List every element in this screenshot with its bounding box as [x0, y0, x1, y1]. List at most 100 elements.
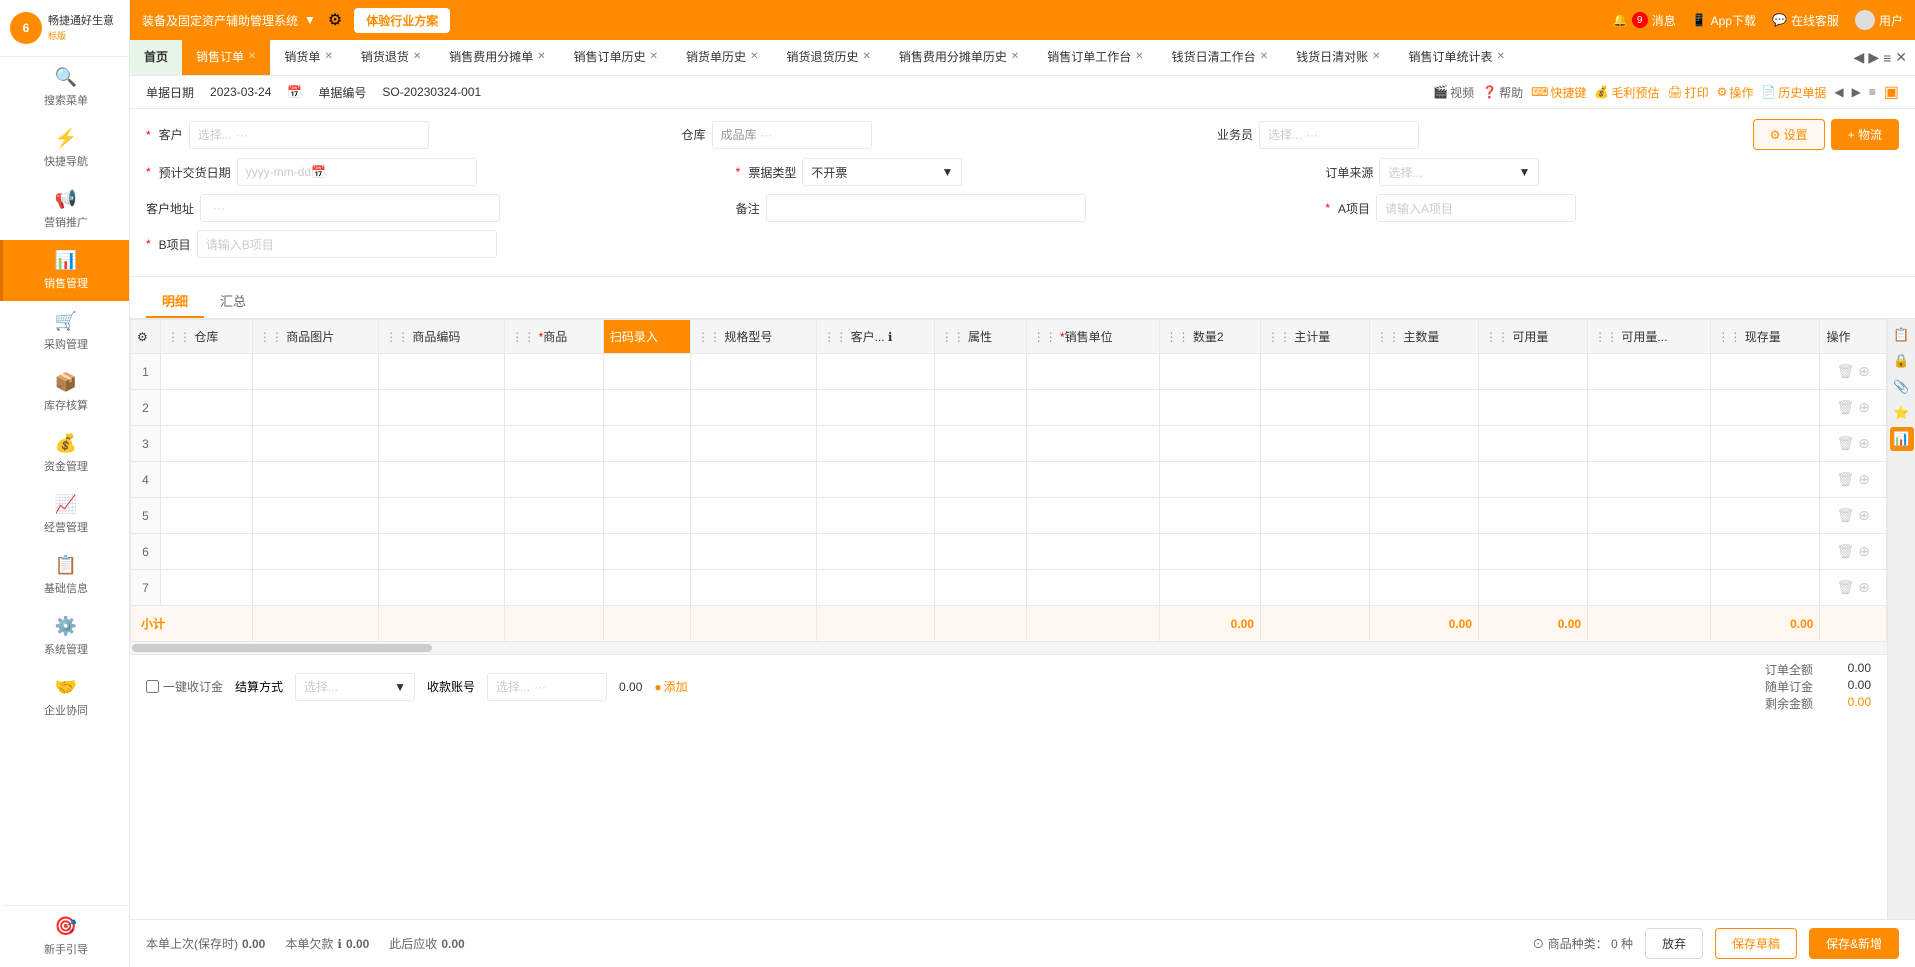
address-input[interactable]: ··· [200, 194, 500, 222]
video-help-link[interactable]: 🎬 视频 [1433, 84, 1474, 101]
right-icon-doc[interactable]: 📋 [1890, 323, 1914, 347]
th-available[interactable]: ⋮⋮ 可用量 [1479, 320, 1588, 354]
copy-row-icon[interactable]: ⊕ [1858, 363, 1870, 380]
online-service[interactable]: 💬 在线客服 [1772, 12, 1839, 29]
th-current[interactable]: ⋮⋮ 现存量 [1711, 320, 1820, 354]
invoice-select[interactable]: 不开票 ▼ [802, 158, 962, 186]
tab-return-history[interactable]: 销货退货历史 ✕ [772, 40, 884, 75]
th-image[interactable]: ⋮⋮ 商品图片 [252, 320, 378, 354]
account-input[interactable]: 选择... ··· [487, 673, 607, 701]
tab-sales-order[interactable]: 销售订单 ✕ [182, 40, 270, 75]
note-input[interactable] [766, 194, 1086, 222]
tab-close-sales-goods[interactable]: ✕ [324, 51, 332, 62]
th-spec[interactable]: ⋮⋮ 规格型号 [691, 320, 817, 354]
quick-confirm-checkbox[interactable]: 一键收订金 [146, 678, 223, 695]
tab-next-icon[interactable]: ▶ [1868, 49, 1879, 66]
tab-order-history[interactable]: 销售订单历史 ✕ [560, 40, 672, 75]
calendar-icon[interactable]: 📅 [287, 85, 302, 99]
th-unit[interactable]: ⋮⋮ *销售单位 [1026, 320, 1159, 354]
tab-cash-workbench[interactable]: 钱货日清工作台 ✕ [1158, 40, 1282, 75]
app-download[interactable]: 📱 App下载 [1692, 12, 1756, 29]
tab-summary[interactable]: 汇总 [204, 285, 262, 318]
user-menu[interactable]: 用户 [1855, 10, 1903, 30]
tab-goods-history[interactable]: 销货单历史 ✕ [672, 40, 772, 75]
sidebar-item-quick-nav[interactable]: ⚡ 快捷导航 [0, 118, 129, 179]
tab-close-order-hist[interactable]: ✕ [650, 51, 658, 62]
a-project-input[interactable]: 请输入A项目 [1376, 194, 1576, 222]
tab-close-all-icon[interactable]: ✕ [1895, 49, 1907, 66]
sidebar-item-management[interactable]: 📈 经营管理 [0, 484, 129, 545]
history-link[interactable]: 📄 历史单据 [1761, 84, 1826, 101]
tab-close-sales-order[interactable]: ✕ [248, 51, 256, 62]
goods-btn[interactable]: + 物流 [1831, 119, 1899, 150]
th-main-unit[interactable]: ⋮⋮ 主计量 [1260, 320, 1369, 354]
delete-row-icon[interactable]: 🗑 [1836, 435, 1854, 452]
tab-sales-goods[interactable]: 销货单 ✕ [270, 40, 346, 75]
right-icon-attach[interactable]: 📎 [1890, 375, 1914, 399]
delete-row-icon[interactable]: 🗑 [1836, 399, 1854, 416]
settings-icon[interactable]: ⚙ [328, 10, 342, 30]
right-icon-star[interactable]: ⭐ [1890, 401, 1914, 425]
sidebar-item-sales[interactable]: 📊 销售管理 [0, 240, 129, 301]
save-new-button[interactable]: 保存&新增 [1809, 928, 1899, 959]
save-draft-button[interactable]: 保存草稿 [1715, 928, 1797, 959]
info-icon[interactable]: ℹ [337, 937, 342, 951]
th-settings[interactable]: ⚙ [131, 320, 161, 354]
operation-link[interactable]: ⚙ 操作 [1717, 84, 1754, 101]
tab-cash-reconcile[interactable]: 钱货日清对账 ✕ [1282, 40, 1394, 75]
copy-row-icon[interactable]: ⊕ [1858, 471, 1870, 488]
tab-expense-history[interactable]: 销售费用分摊单历史 ✕ [885, 40, 1033, 75]
sidebar-item-marketing[interactable]: 📢 营销推广 [0, 179, 129, 240]
copy-row-icon[interactable]: ⊕ [1858, 579, 1870, 596]
shortcut-link[interactable]: ⌨ 快捷键 [1531, 84, 1586, 101]
quick-confirm-input[interactable] [146, 680, 159, 693]
tab-close-cash-wb[interactable]: ✕ [1260, 51, 1268, 62]
right-icon-lock[interactable]: 🔒 [1890, 349, 1914, 373]
delete-row-icon[interactable]: 🗑 [1836, 363, 1854, 380]
tab-sales-report[interactable]: 销售订单统计表 ✕ [1394, 40, 1518, 75]
tab-menu-icon[interactable]: ≡ [1883, 50, 1891, 66]
tab-close-expense-hist[interactable]: ✕ [1011, 51, 1019, 62]
th-warehouse[interactable]: ⋮⋮ 仓库 [161, 320, 253, 354]
tab-return[interactable]: 销货退货 ✕ [347, 40, 435, 75]
dropdown-icon[interactable]: ▼ [304, 13, 316, 27]
th-available2[interactable]: ⋮⋮ 可用量... [1588, 320, 1711, 354]
discard-button[interactable]: 放弃 [1645, 928, 1703, 959]
expand-icon[interactable]: ▣ [1884, 82, 1899, 102]
sidebar-item-search[interactable]: 🔍 搜索菜单 [0, 57, 129, 118]
tab-home[interactable]: 首页 [130, 40, 182, 75]
tab-prev-icon[interactable]: ◀ [1854, 49, 1865, 66]
payment-method-select[interactable]: 选择... ▼ [295, 673, 415, 701]
tab-order-workbench[interactable]: 销售订单工作台 ✕ [1033, 40, 1157, 75]
delete-row-icon[interactable]: 🗑 [1836, 507, 1854, 524]
help-link[interactable]: ❓ 帮助 [1482, 84, 1523, 101]
th-product[interactable]: ⋮⋮ *商品 [505, 320, 604, 354]
b-project-input[interactable]: 请输入B项目 [197, 230, 497, 258]
customer-input[interactable]: 选择... ··· [189, 121, 429, 149]
nav-next-icon[interactable]: ▶ [1852, 85, 1861, 99]
salesperson-input[interactable]: 选择... ··· [1259, 121, 1419, 149]
right-icon-chart[interactable]: 📊 [1890, 427, 1914, 451]
th-customer-code[interactable]: ⋮⋮ 客户... ℹ [817, 320, 934, 354]
sidebar-item-guide[interactable]: 🎯 新手引导 [0, 905, 129, 967]
sidebar-item-finance[interactable]: 💰 资金管理 [0, 423, 129, 484]
nav-prev-icon[interactable]: ◀ [1834, 85, 1843, 99]
notification-bell[interactable]: 🔔 9 消息 [1613, 12, 1676, 29]
th-attr[interactable]: ⋮⋮ 属性 [934, 320, 1026, 354]
th-main-qty[interactable]: ⋮⋮ 主数量 [1369, 320, 1478, 354]
tab-close-return[interactable]: ✕ [413, 51, 421, 62]
tab-close-reconcile[interactable]: ✕ [1372, 51, 1380, 62]
delete-row-icon[interactable]: 🗑 [1836, 471, 1854, 488]
print-link[interactable]: 🖨 打印 [1667, 84, 1708, 101]
th-qty2[interactable]: ⋮⋮ 数量2 [1159, 320, 1260, 354]
add-payment-btn[interactable]: ● 添加 [654, 678, 687, 695]
delete-row-icon[interactable]: 🗑 [1836, 579, 1854, 596]
sidebar-item-purchase[interactable]: 🛒 采购管理 [0, 301, 129, 362]
sidebar-item-enterprise[interactable]: 🤝 企业协同 [0, 667, 129, 728]
scroll-thumb[interactable] [132, 644, 432, 652]
sidebar-item-inventory[interactable]: 📦 库存核算 [0, 362, 129, 423]
copy-row-icon[interactable]: ⊕ [1858, 507, 1870, 524]
th-code[interactable]: ⋮⋮ 商品编码 [379, 320, 505, 354]
delivery-input[interactable]: yyyy-mm-dd 📅 [237, 158, 477, 186]
copy-row-icon[interactable]: ⊕ [1858, 399, 1870, 416]
